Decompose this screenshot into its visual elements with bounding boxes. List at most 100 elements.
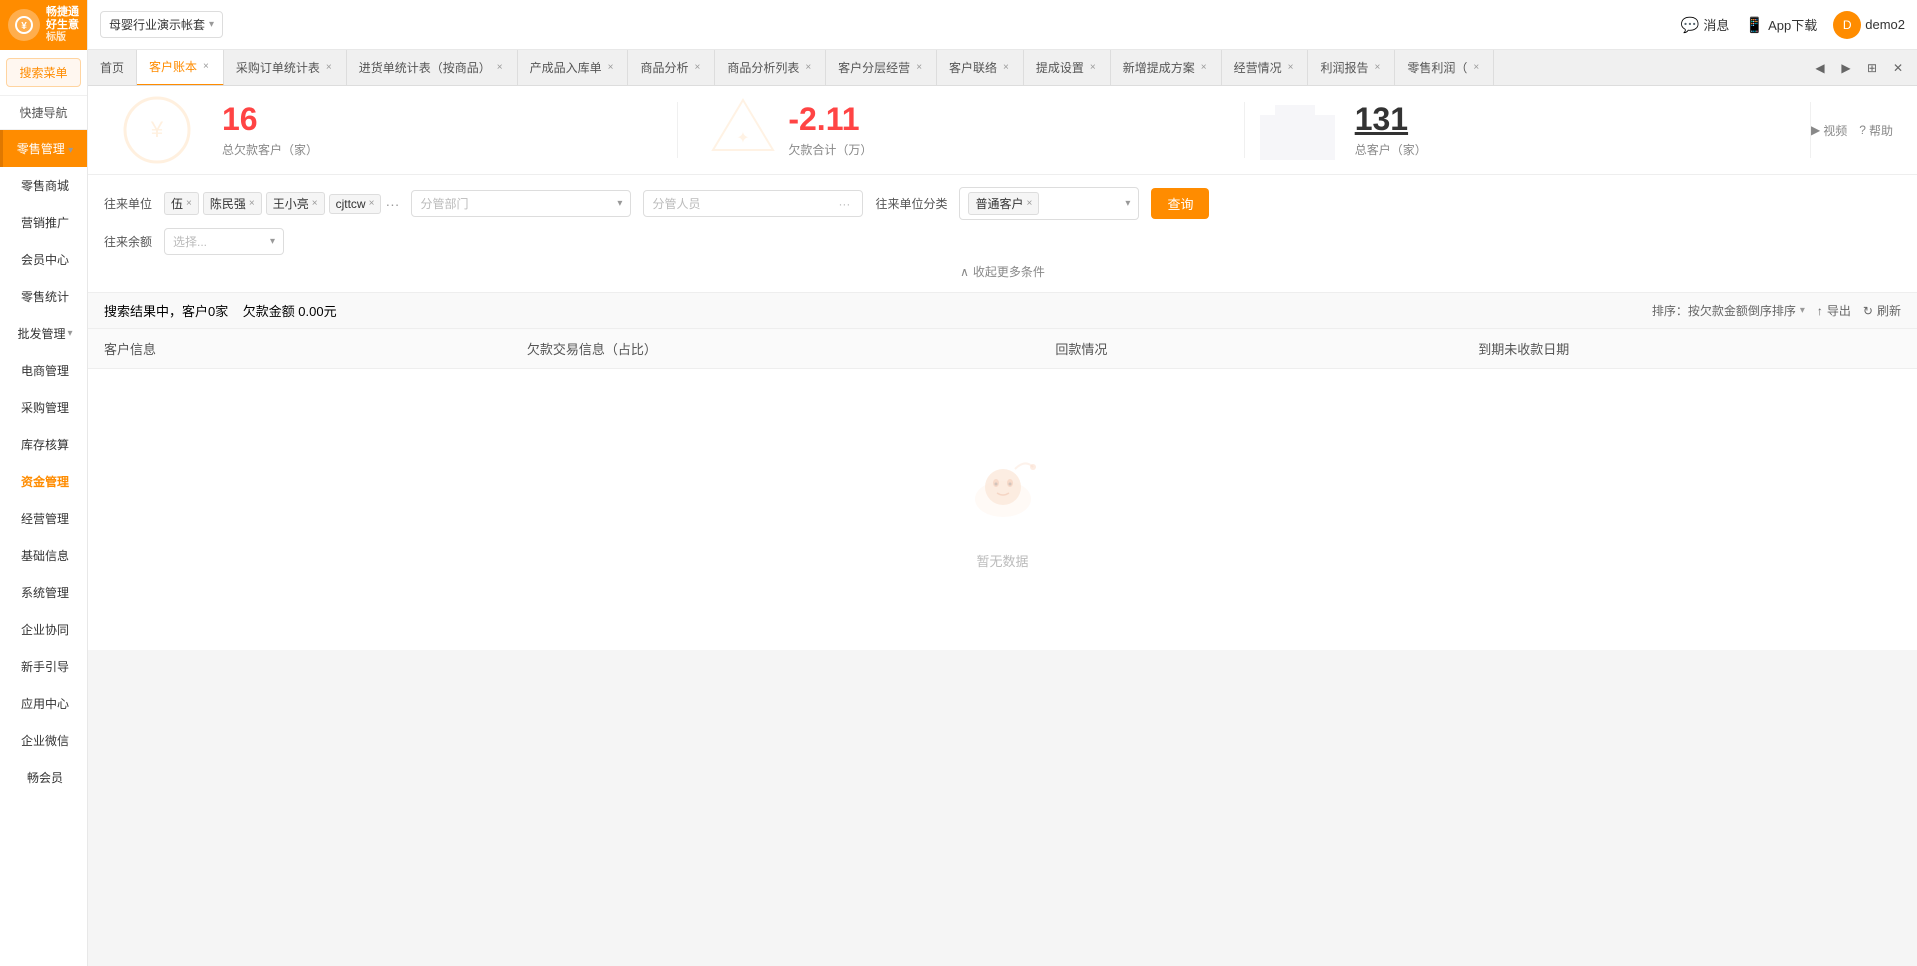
tab-retail-profit[interactable]: 零售利润（ × [1395, 50, 1494, 86]
sidebar-item-ecommerce[interactable]: 电商管理 [0, 352, 87, 389]
sort-button[interactable]: 排序：按欠款金额倒序排序 ▾ [1652, 302, 1805, 319]
more-tags-button[interactable]: ··· [385, 196, 399, 212]
video-button[interactable]: ▶ 视频 [1811, 122, 1847, 139]
classify-select[interactable]: 普通客户 × ▾ [959, 187, 1139, 220]
empty-state: 暂无数据 [88, 369, 1917, 650]
tabs-controls: ◀ ▶ ⊞ ✕ [1801, 57, 1917, 79]
sidebar-item-retail-mall[interactable]: 零售商城 [0, 167, 87, 204]
sidebar-item-app-center[interactable]: 应用中心 [0, 685, 87, 722]
account-selector[interactable]: 母婴行业演示帐套 ▾ [100, 11, 223, 38]
tab-customer-account[interactable]: 客户账本 × [137, 50, 224, 86]
export-icon: ↑ [1817, 304, 1823, 318]
sidebar-item-enterprise-wechat[interactable]: 企业微信 [0, 722, 87, 759]
tab-profit-report[interactable]: 利润报告 × [1308, 50, 1395, 86]
app-download-button[interactable]: 📱 App下载 [1745, 15, 1817, 34]
filter-tag-chen: 陈民强 × [203, 192, 262, 215]
tab-close-icon[interactable]: × [692, 61, 702, 74]
tab-purchase-order[interactable]: 采购订单统计表 × [224, 50, 347, 86]
sidebar-item-batch-mgmt[interactable]: 批发管理 ▾ [0, 315, 87, 352]
main-area: 母婴行业演示帐套 ▾ 💬 消息 📱 App下载 D demo2 首页 客户账本 … [88, 0, 1917, 966]
stat-value-customers: 16 [222, 102, 318, 137]
tab-close-icon[interactable]: × [803, 61, 813, 74]
stat-label-amount: 欠款合计（万） [788, 141, 872, 158]
tab-goods-analysis-list[interactable]: 商品分析列表 × [715, 50, 826, 86]
stat-block-customers: ¥ 16 总欠款客户（家） [112, 102, 678, 158]
tab-close-icon[interactable]: × [495, 61, 505, 74]
tab-customer-contact[interactable]: 客户联络 × [937, 50, 1024, 86]
tab-home[interactable]: 首页 [88, 50, 137, 86]
stat-bg-icon-amount: ✦ [708, 95, 778, 165]
balance-dropdown-icon: ▾ [270, 236, 275, 247]
tab-customer-segment[interactable]: 客户分层经营 × [826, 50, 937, 86]
balance-select[interactable]: 选择... ▾ [164, 228, 284, 255]
sidebar: ¥ 畅捷通好生意 标版 搜索菜单 快捷导航 零售管理 ▾ 零售商城 营销推广 会… [0, 0, 88, 966]
tab-close-icon[interactable]: × [1286, 61, 1296, 74]
query-button[interactable]: 查询 [1151, 188, 1209, 219]
tag-close-wang[interactable]: × [312, 198, 318, 209]
sidebar-item-enterprise[interactable]: 企业协同 [0, 611, 87, 648]
balance-filter-label: 往来余额 [104, 233, 152, 250]
tab-close-icon[interactable]: × [914, 61, 924, 74]
classify-tag-close[interactable]: × [1026, 198, 1032, 209]
sidebar-search-area: 搜索菜单 [0, 50, 87, 96]
tab-promotion-settings[interactable]: 提成设置 × [1024, 50, 1111, 86]
sidebar-item-marketing[interactable]: 营销推广 [0, 204, 87, 241]
sidebar-item-vip[interactable]: 畅会员 [0, 759, 87, 796]
person-select[interactable]: 分管人员 ··· [643, 190, 863, 217]
tab-close-icon[interactable]: × [1088, 61, 1098, 74]
tab-close-icon[interactable]: × [1372, 61, 1382, 74]
sidebar-item-inventory[interactable]: 库存核算 [0, 426, 87, 463]
export-button[interactable]: ↑ 导出 [1817, 302, 1851, 319]
sidebar-item-member[interactable]: 会员中心 [0, 241, 87, 278]
sidebar-item-basic-info[interactable]: 基础信息 [0, 537, 87, 574]
stat-value-total: 131 [1355, 102, 1427, 137]
sidebar-item-finance[interactable]: 资金管理 [0, 463, 87, 500]
dept-select[interactable]: 分管部门 ▾ [411, 190, 631, 217]
tab-inbound-stats[interactable]: 进货单统计表（按商品） × [347, 50, 518, 86]
stat-help-area: ▶ 视频 ? 帮助 [1811, 122, 1893, 139]
tab-close-icon[interactable]: × [201, 60, 211, 73]
tag-close-cjttcw[interactable]: × [369, 198, 375, 209]
tag-close-chen[interactable]: × [249, 198, 255, 209]
tab-close-icon[interactable]: × [1001, 61, 1011, 74]
tab-goods-analysis[interactable]: 商品分析 × [628, 50, 715, 86]
refresh-button[interactable]: ↻ 刷新 [1863, 302, 1901, 319]
search-menu-button[interactable]: 搜索菜单 [6, 58, 81, 87]
collapse-more-button[interactable]: ∧ 收起更多条件 [104, 263, 1901, 280]
sidebar-item-purchase[interactable]: 采购管理 [0, 389, 87, 426]
unit-filter-label: 往来单位 [104, 195, 152, 212]
tag-close-wu[interactable]: × [186, 198, 192, 209]
sidebar-item-new-guide[interactable]: 新手引导 [0, 648, 87, 685]
tab-close-icon[interactable]: × [324, 61, 334, 74]
tab-prev-button[interactable]: ◀ [1809, 57, 1831, 79]
user-avatar[interactable]: D demo2 [1833, 11, 1905, 39]
result-actions: 排序：按欠款金额倒序排序 ▾ ↑ 导出 ↻ 刷新 [1652, 302, 1901, 319]
tab-close-all-button[interactable]: ✕ [1887, 57, 1909, 79]
stats-row: ¥ 16 总欠款客户（家） ✦ -2 [88, 86, 1917, 175]
message-button[interactable]: 💬 消息 [1681, 15, 1730, 34]
stat-bg-icon-total [1255, 95, 1335, 165]
tab-product-inbound[interactable]: 产成品入库单 × [518, 50, 629, 86]
quick-nav-button[interactable]: 快捷导航 [0, 96, 87, 130]
tab-close-icon[interactable]: × [1471, 61, 1481, 74]
sidebar-item-operations[interactable]: 经营管理 [0, 500, 87, 537]
sort-dropdown-icon: ▾ [1800, 305, 1805, 316]
tab-expand-button[interactable]: ⊞ [1861, 57, 1883, 79]
sidebar-item-retail-mgmt[interactable]: 零售管理 ▾ [0, 130, 87, 167]
tab-close-icon[interactable]: × [1199, 61, 1209, 74]
tab-close-icon[interactable]: × [606, 61, 616, 74]
tab-operations[interactable]: 经营情况 × [1222, 50, 1309, 86]
stat-value-amount: -2.11 [788, 102, 872, 137]
tab-next-button[interactable]: ▶ [1835, 57, 1857, 79]
help-icon: ? [1859, 123, 1866, 137]
sidebar-item-retail-stats[interactable]: 零售统计 [0, 278, 87, 315]
col-repayment: 回款情况 [1055, 339, 1478, 358]
filter-tag-wu: 伍 × [164, 192, 199, 215]
sidebar-item-system[interactable]: 系统管理 [0, 574, 87, 611]
filter-area: 往来单位 伍 × 陈民强 × 王小亮 × cjttcw [88, 175, 1917, 293]
help-button[interactable]: ? 帮助 [1859, 122, 1893, 139]
tab-new-promotion[interactable]: 新增提成方案 × [1111, 50, 1222, 86]
video-icon: ▶ [1811, 123, 1820, 137]
tabs-bar: 首页 客户账本 × 采购订单统计表 × 进货单统计表（按商品） × 产成品入库单… [88, 50, 1917, 86]
dept-placeholder: 分管部门 [420, 195, 613, 212]
